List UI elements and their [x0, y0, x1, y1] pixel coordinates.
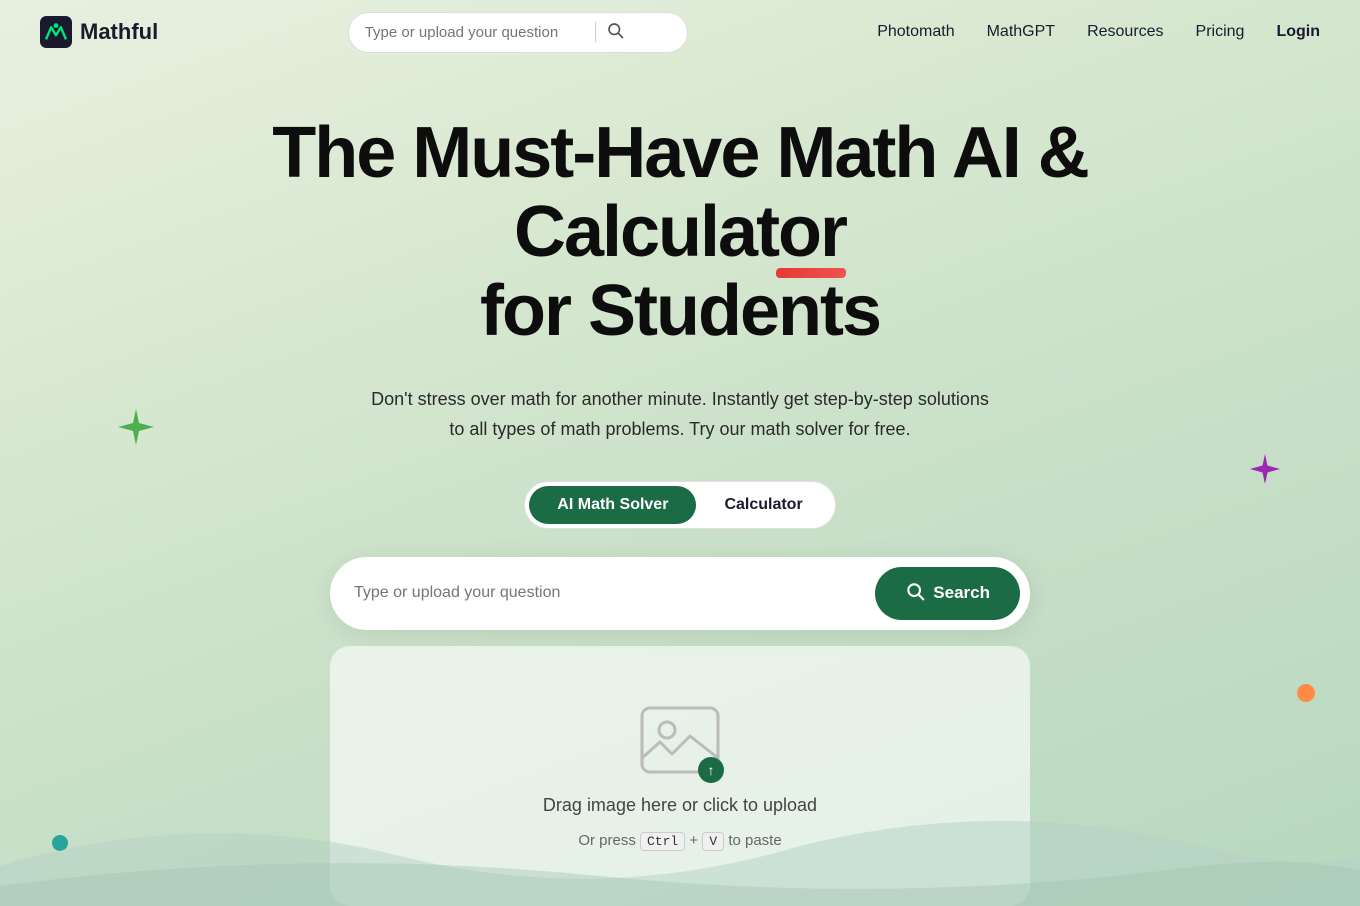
nav-search-bar	[348, 12, 688, 53]
nav-search-icon[interactable]	[606, 21, 624, 44]
green-star-decoration	[118, 409, 154, 453]
nav-search-divider	[595, 22, 596, 42]
main-search-input[interactable]	[354, 584, 875, 602]
search-button-icon	[905, 581, 925, 606]
upload-badge: ↑	[698, 757, 724, 783]
search-button-label: Search	[933, 583, 990, 603]
login-button[interactable]: Login	[1276, 23, 1320, 41]
nav-links: Photomath MathGPT Resources Pricing Logi…	[877, 23, 1320, 41]
hero-subtitle: Don't stress over math for another minut…	[371, 384, 989, 445]
tab-ai-math-solver[interactable]: AI Math Solver	[529, 486, 696, 524]
nav-link-mathgpt[interactable]: MathGPT	[987, 23, 1055, 41]
logo[interactable]: Mathful	[40, 16, 158, 48]
upload-drag-text: Drag image here or click to upload	[543, 795, 817, 816]
nav-link-pricing[interactable]: Pricing	[1196, 23, 1245, 41]
upload-paste-hint: Or press Ctrl + V to paste	[578, 832, 781, 851]
hero-title: The Must-Have Math AI & Calculator for S…	[80, 114, 1280, 352]
nav-link-resources[interactable]: Resources	[1087, 23, 1163, 41]
hero-section: The Must-Have Math AI & Calculator for S…	[0, 64, 1360, 906]
orange-dot-decoration	[1297, 684, 1315, 702]
ctrl-key: Ctrl	[640, 832, 685, 851]
logo-icon	[40, 16, 72, 48]
teal-dot-decoration	[52, 835, 68, 851]
v-key: V	[702, 832, 724, 851]
navbar: Mathful Photomath MathGPT Resources Pric…	[0, 0, 1360, 64]
main-search-bar: Search	[330, 557, 1030, 630]
mode-tabs: AI Math Solver Calculator	[524, 481, 835, 529]
search-button[interactable]: Search	[875, 567, 1020, 620]
tab-calculator[interactable]: Calculator	[696, 486, 830, 524]
nav-search-input[interactable]	[365, 24, 585, 41]
nav-link-photomath[interactable]: Photomath	[877, 23, 954, 41]
upload-area[interactable]: ↑ Drag image here or click to upload Or …	[330, 646, 1030, 906]
purple-star-decoration	[1250, 454, 1280, 491]
upload-icon-wrap: ↑	[640, 706, 720, 779]
logo-text: Mathful	[80, 19, 158, 45]
